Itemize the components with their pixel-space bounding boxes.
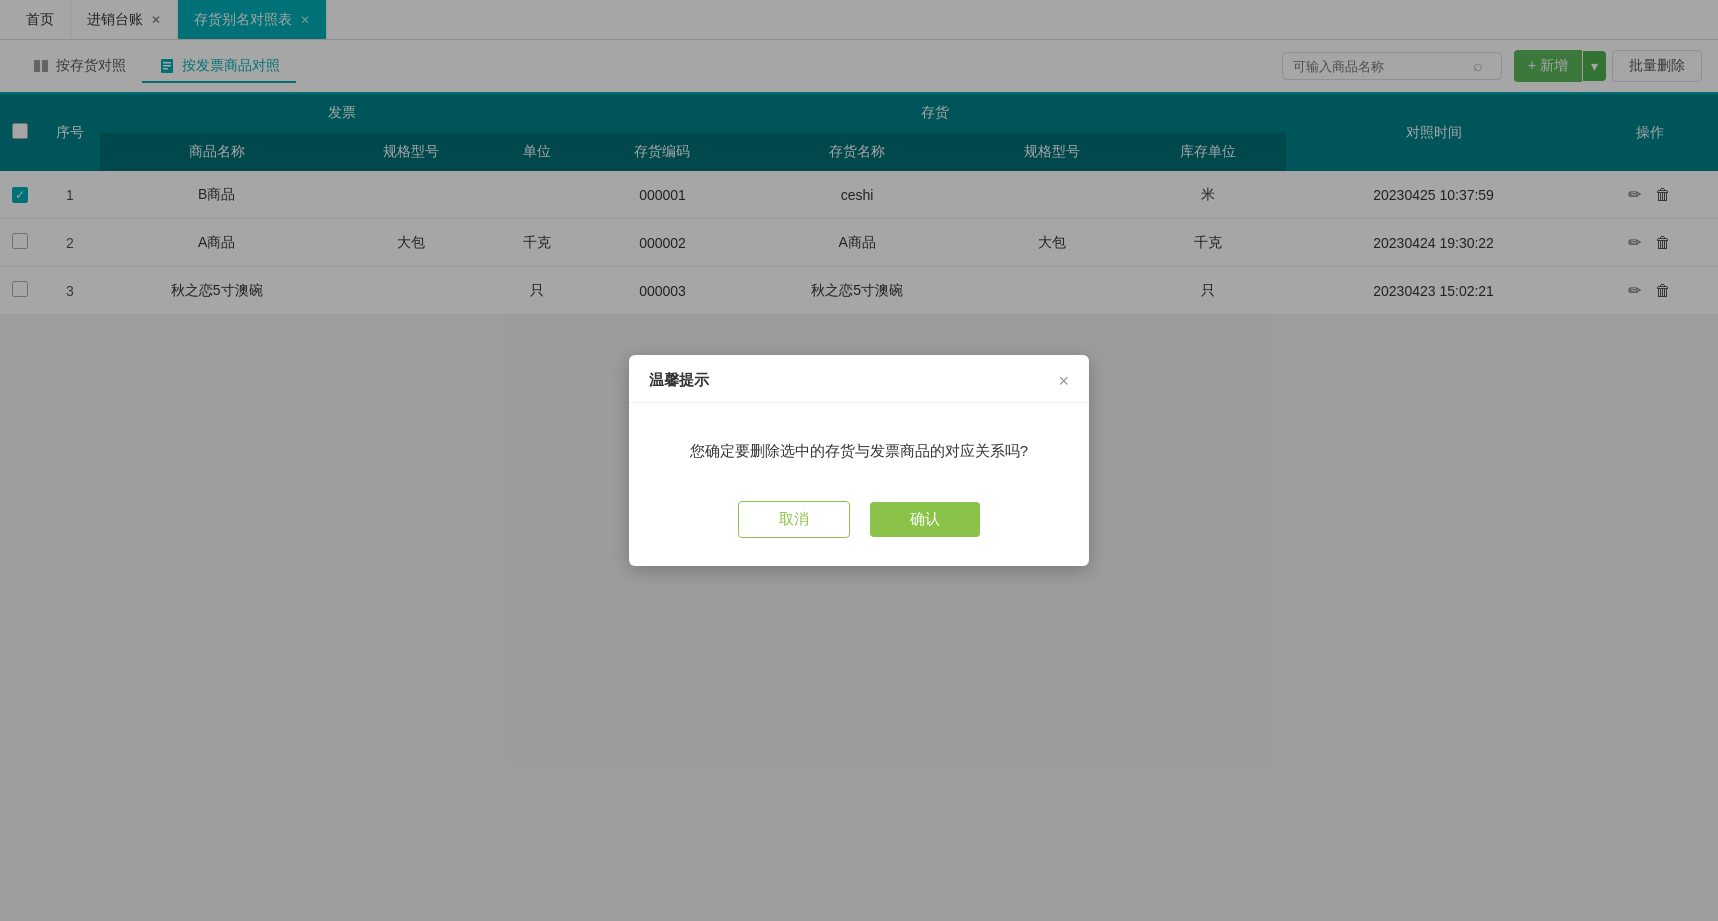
modal-overlay: 温馨提示 × 您确定要删除选中的存货与发票商品的对应关系吗? 取消 确认: [0, 0, 1718, 315]
